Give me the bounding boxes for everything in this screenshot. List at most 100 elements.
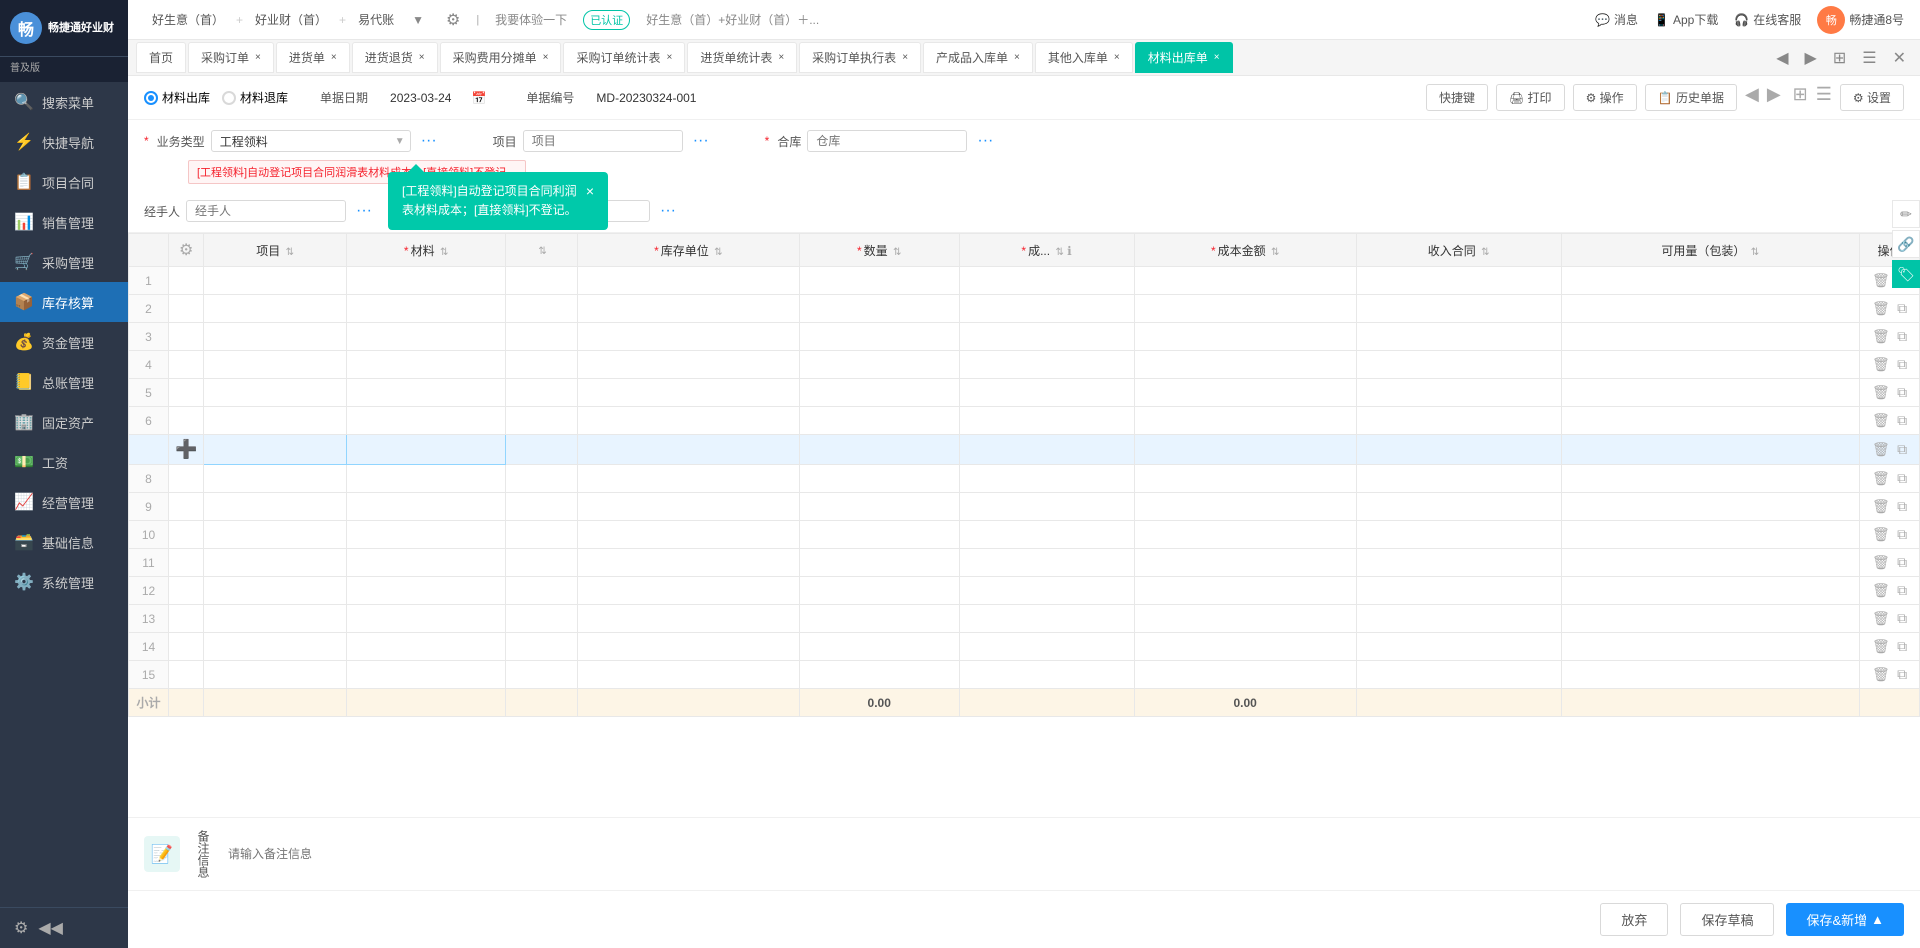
row-project[interactable]	[204, 577, 346, 605]
row-cost-price[interactable]	[959, 351, 1134, 379]
row-available[interactable]	[1561, 661, 1859, 689]
row-material[interactable]	[346, 379, 506, 407]
copy-row-icon[interactable]: ⧉	[1897, 441, 1907, 457]
copy-row-icon[interactable]: ⧉	[1897, 498, 1907, 514]
delete-row-icon[interactable]: 🗑	[1872, 356, 1890, 372]
row-project[interactable]	[204, 295, 346, 323]
tab-close-material-issue[interactable]: ×	[1214, 52, 1220, 63]
row-quantity[interactable]	[799, 267, 959, 295]
sidebar-collapse-button[interactable]: ◀◀	[38, 918, 63, 938]
row-income-contract[interactable]	[1356, 267, 1561, 295]
row-income-contract[interactable]	[1356, 295, 1561, 323]
row-project[interactable]	[204, 549, 346, 577]
row-project[interactable]	[204, 633, 346, 661]
tab-close-finished-goods[interactable]: ×	[1014, 52, 1020, 63]
row-project[interactable]	[204, 323, 346, 351]
row-project[interactable]	[204, 407, 346, 435]
tabs-grid-view-button[interactable]: ⊞	[1827, 46, 1852, 70]
radio-material-return[interactable]: 材料退库	[222, 89, 288, 106]
row-cost-price[interactable]	[959, 323, 1134, 351]
sidebar-item-salary[interactable]: 💵 工资	[0, 442, 128, 482]
tab-close-other-receipt[interactable]: ×	[1114, 52, 1120, 63]
tab-purchase-expense[interactable]: 采购费用分摊单×	[440, 42, 562, 73]
topbar-nav-haoshengyi[interactable]: 好生意（首）	[144, 7, 232, 32]
copy-row-icon[interactable]: ⧉	[1897, 328, 1907, 344]
row-checkbox[interactable]	[169, 633, 204, 661]
row-checkbox[interactable]	[169, 493, 204, 521]
add-row-spec[interactable]	[506, 435, 577, 465]
row-material[interactable]	[346, 633, 506, 661]
row-cost-amount[interactable]	[1134, 295, 1356, 323]
delete-row-icon[interactable]: 🗑	[1872, 638, 1890, 654]
add-row-project[interactable]	[204, 435, 346, 465]
delete-row-icon[interactable]: 🗑	[1872, 470, 1890, 486]
row-cost-amount[interactable]	[1134, 549, 1356, 577]
row-quantity[interactable]	[799, 295, 959, 323]
row-available[interactable]	[1561, 605, 1859, 633]
sidebar-item-purchase[interactable]: 🛒 采购管理	[0, 242, 128, 282]
sidebar-item-accounting[interactable]: 📒 总账管理	[0, 362, 128, 402]
sidebar-item-system[interactable]: ⚙️ 系统管理	[0, 562, 128, 602]
tab-goods-stats[interactable]: 进货单统计表×	[687, 42, 797, 73]
view-list-icon[interactable]: ☰	[1816, 84, 1832, 111]
tabs-list-view-button[interactable]: ☰	[1856, 46, 1882, 70]
row-income-contract[interactable]	[1356, 493, 1561, 521]
row-material[interactable]	[346, 493, 506, 521]
row-quantity[interactable]	[799, 521, 959, 549]
row-available[interactable]	[1561, 493, 1859, 521]
copy-row-icon[interactable]: ⧉	[1897, 470, 1907, 486]
tab-close-purchase-stats[interactable]: ×	[666, 52, 672, 63]
tab-finished-goods[interactable]: 产成品入库单×	[923, 42, 1033, 73]
row-cost-price[interactable]	[959, 521, 1134, 549]
row-available[interactable]	[1561, 379, 1859, 407]
row-warehouse-unit[interactable]	[577, 351, 799, 379]
add-row-cost-price[interactable]	[959, 435, 1134, 465]
row-spec[interactable]	[506, 267, 577, 295]
row-warehouse-unit[interactable]	[577, 577, 799, 605]
row-warehouse-unit[interactable]	[577, 605, 799, 633]
tab-purchase-order[interactable]: 采购订单×	[188, 42, 274, 73]
copy-row-icon[interactable]: ⧉	[1897, 666, 1907, 682]
tab-goods-return[interactable]: 进货退货×	[352, 42, 438, 73]
sidebar-item-operations[interactable]: 📈 经营管理	[0, 482, 128, 522]
row-available[interactable]	[1561, 267, 1859, 295]
row-cost-amount[interactable]	[1134, 577, 1356, 605]
row-checkbox[interactable]	[169, 295, 204, 323]
sidebar-settings-button[interactable]: ⚙	[14, 918, 28, 938]
copy-row-icon[interactable]: ⧉	[1897, 638, 1907, 654]
delete-row-icon[interactable]: 🗑	[1872, 328, 1890, 344]
row-quantity[interactable]	[799, 605, 959, 633]
row-quantity[interactable]	[799, 407, 959, 435]
try-link[interactable]: 我要体验一下	[495, 11, 567, 28]
row-quantity[interactable]	[799, 379, 959, 407]
row-checkbox[interactable]	[169, 267, 204, 295]
row-spec[interactable]	[506, 661, 577, 689]
topbar-settings-icon[interactable]: ⚙	[446, 10, 460, 30]
sidebar-item-quick-nav[interactable]: ⚡ 快捷导航	[0, 122, 128, 162]
operations-button[interactable]: ⚙ 操作	[1573, 84, 1637, 111]
delete-row-icon[interactable]: 🗑	[1872, 412, 1890, 428]
row-cost-amount[interactable]	[1134, 323, 1356, 351]
add-row-material[interactable]	[346, 435, 506, 465]
row-warehouse-unit[interactable]	[577, 549, 799, 577]
row-spec[interactable]	[506, 633, 577, 661]
delete-row-icon[interactable]: 🗑	[1872, 441, 1890, 457]
warehouse-input[interactable]	[807, 130, 967, 152]
row-checkbox[interactable]	[169, 577, 204, 605]
quick-key-button[interactable]: 快捷键	[1426, 84, 1488, 111]
row-warehouse-unit[interactable]	[577, 323, 799, 351]
delete-row-icon[interactable]: 🗑	[1872, 554, 1890, 570]
delete-row-icon[interactable]: 🗑	[1872, 610, 1890, 626]
row-project[interactable]	[204, 605, 346, 633]
tab-home[interactable]: 首页	[136, 42, 186, 73]
row-project[interactable]	[204, 379, 346, 407]
row-cost-amount[interactable]	[1134, 661, 1356, 689]
business-type-input[interactable]	[211, 130, 411, 152]
tab-purchase-stats[interactable]: 采购订单统计表×	[563, 42, 685, 73]
row-material[interactable]	[346, 549, 506, 577]
row-cost-amount[interactable]	[1134, 493, 1356, 521]
row-income-contract[interactable]	[1356, 633, 1561, 661]
row-checkbox[interactable]	[169, 521, 204, 549]
row-income-contract[interactable]	[1356, 549, 1561, 577]
delete-row-icon[interactable]: 🗑	[1872, 272, 1890, 288]
